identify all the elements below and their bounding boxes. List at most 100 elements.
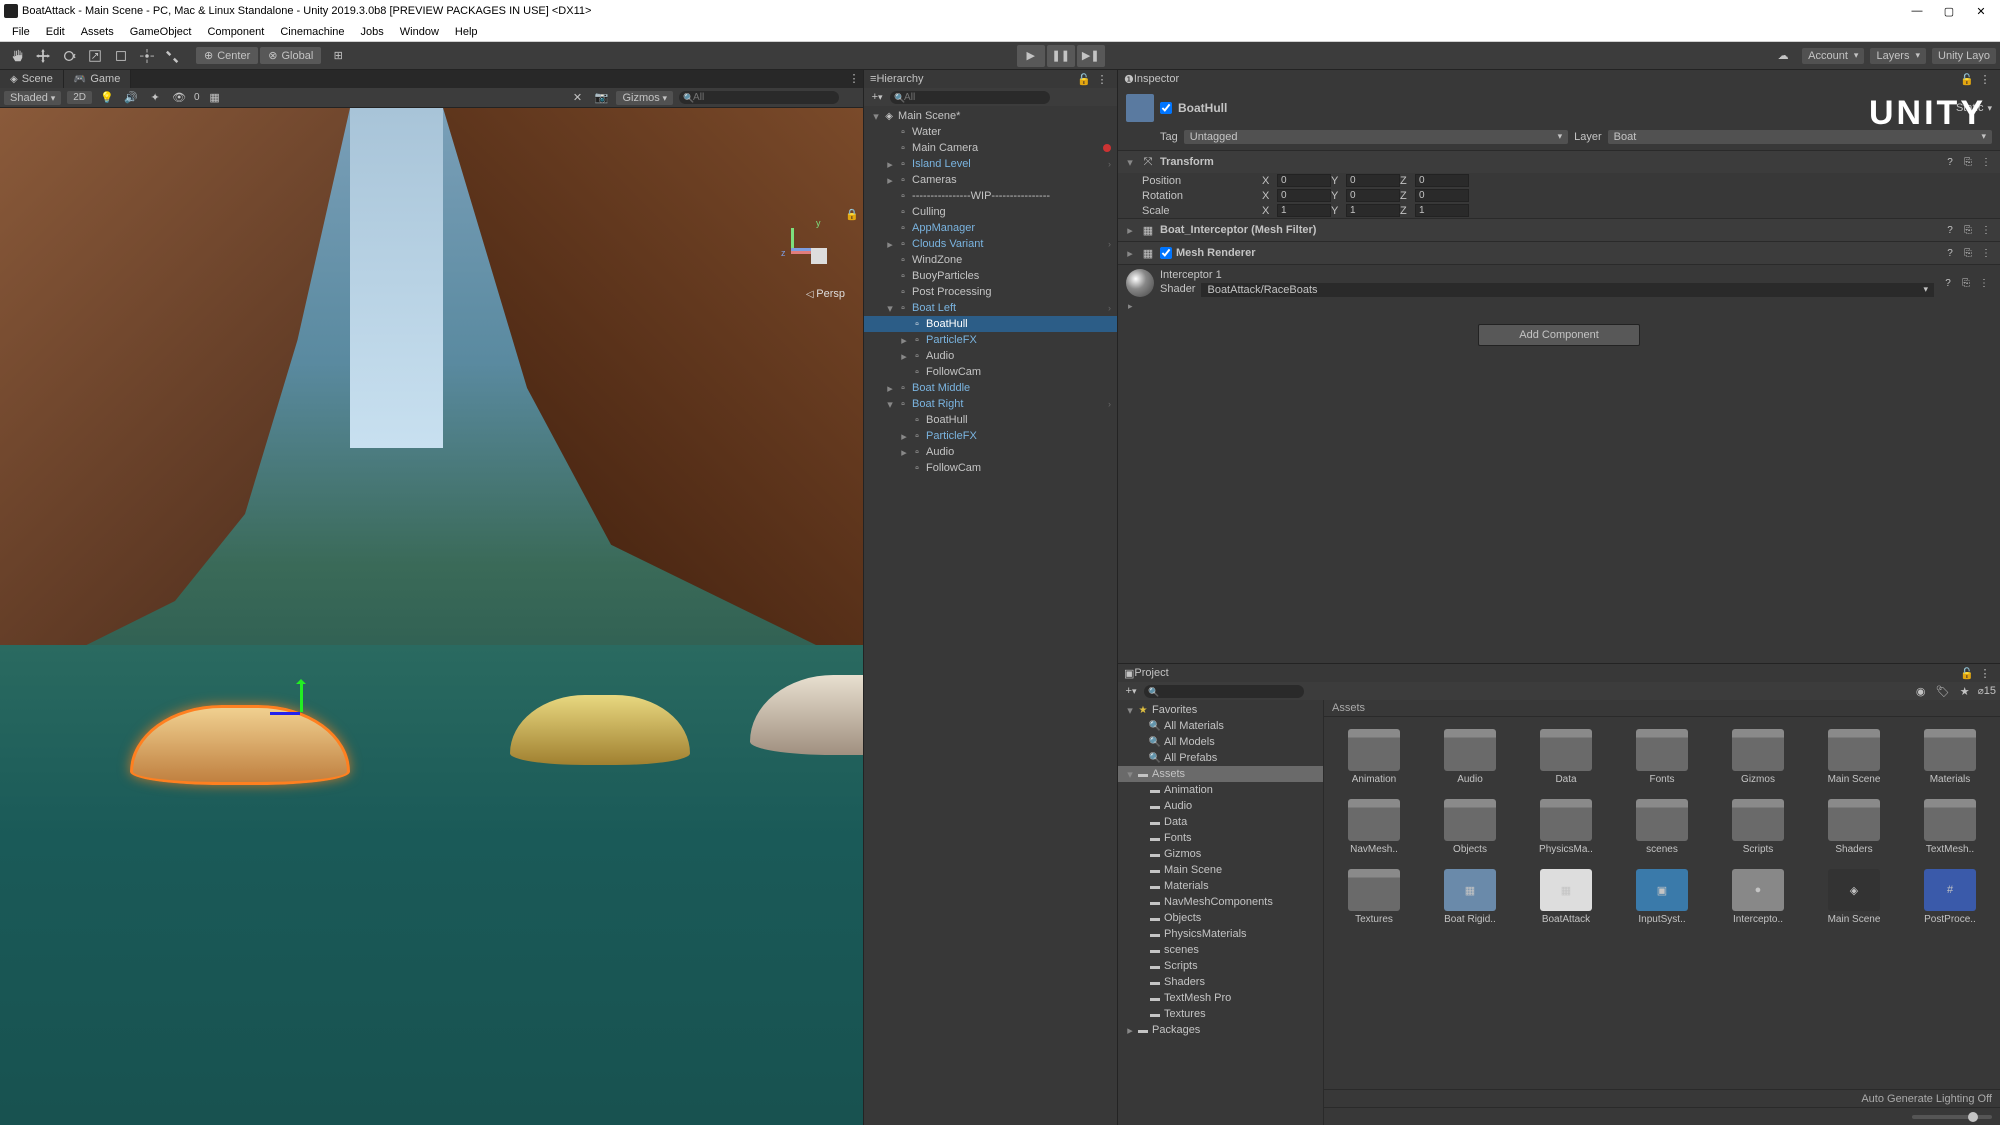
fold-icon[interactable]: ▸ — [898, 350, 910, 363]
rotation-y-input[interactable] — [1346, 189, 1400, 202]
material-preview-icon[interactable] — [1126, 269, 1154, 297]
help-icon[interactable]: ? — [1942, 223, 1958, 237]
hand-tool[interactable] — [4, 44, 30, 68]
shading-dropdown[interactable]: Shaded ▾ — [4, 91, 61, 105]
hierarchy-item[interactable]: ▾◈Main Scene* — [864, 108, 1117, 124]
project-tree-item[interactable]: 🔍All Materials — [1118, 718, 1323, 734]
component-menu-icon[interactable]: ⋮ — [1978, 155, 1994, 169]
add-component-button[interactable]: Add Component — [1478, 324, 1640, 346]
position-z-input[interactable] — [1415, 174, 1469, 187]
hierarchy-item[interactable]: ▸▫Cameras — [864, 172, 1117, 188]
hierarchy-menu-icon[interactable]: ⋮ — [1093, 71, 1111, 87]
menu-window[interactable]: Window — [392, 24, 447, 40]
position-y-input[interactable] — [1346, 174, 1400, 187]
project-lock-icon[interactable]: 🔓 — [1958, 665, 1976, 681]
project-menu-icon[interactable]: ⋮ — [1976, 665, 1994, 681]
light-toggle-icon[interactable]: 💡 — [98, 90, 116, 106]
fold-icon[interactable]: ▸ — [898, 430, 910, 443]
hierarchy-item[interactable]: ▫BoatHull — [864, 412, 1117, 428]
inspector-menu-icon[interactable]: ⋮ — [1976, 71, 1994, 87]
hierarchy-item[interactable]: ▫Post Processing — [864, 284, 1117, 300]
hierarchy-item[interactable]: ▫Culling — [864, 204, 1117, 220]
scene-viewport[interactable]: 🔒 y z ◁ Persp — [0, 108, 863, 1125]
asset-item[interactable]: Textures — [1336, 869, 1412, 925]
menu-gameobject[interactable]: GameObject — [122, 24, 200, 40]
fold-icon[interactable]: ▸ — [1124, 1024, 1136, 1037]
prefab-arrow-icon[interactable]: › — [1108, 239, 1111, 249]
preset-icon[interactable]: ⎘ — [1960, 223, 1976, 237]
menu-jobs[interactable]: Jobs — [353, 24, 392, 40]
menu-cinemachine[interactable]: Cinemachine — [272, 24, 352, 40]
project-tree-item[interactable]: ▬TextMesh Pro — [1118, 990, 1323, 1006]
project-tree-item[interactable]: ▬Textures — [1118, 1006, 1323, 1022]
hierarchy-item[interactable]: ▸▫ParticleFX — [864, 428, 1117, 444]
component-menu-icon[interactable]: ⋮ — [1978, 223, 1994, 237]
rotation-x-input[interactable] — [1277, 189, 1331, 202]
project-tree-item[interactable]: 🔍All Prefabs — [1118, 750, 1323, 766]
hierarchy-item[interactable]: ▸▫Boat Middle — [864, 380, 1117, 396]
asset-item[interactable]: ▦Boat Rigid.. — [1432, 869, 1508, 925]
tag-dropdown[interactable]: Untagged ▾ — [1184, 130, 1568, 144]
hierarchy-lock-icon[interactable]: 🔓 — [1075, 71, 1093, 87]
menu-assets[interactable]: Assets — [73, 24, 122, 40]
meshrenderer-enabled-checkbox[interactable] — [1160, 247, 1172, 259]
rect-tool[interactable] — [108, 44, 134, 68]
prefab-arrow-icon[interactable]: › — [1108, 399, 1111, 409]
hierarchy-item[interactable]: ▸▫Island Level› — [864, 156, 1117, 172]
project-search-input[interactable] — [1144, 685, 1304, 698]
position-x-input[interactable] — [1277, 174, 1331, 187]
thumbnail-size-slider[interactable] — [1912, 1115, 1992, 1119]
scale-tool[interactable] — [82, 44, 108, 68]
project-add-icon[interactable]: + ▾ — [1122, 683, 1140, 699]
asset-item[interactable]: Scripts — [1720, 799, 1796, 855]
asset-item[interactable]: ▦BoatAttack — [1528, 869, 1604, 925]
project-tree-item[interactable]: ▬Shaders — [1118, 974, 1323, 990]
hierarchy-item[interactable]: ▫WindZone — [864, 252, 1117, 268]
fold-icon[interactable]: ▾ — [884, 398, 896, 411]
asset-item[interactable]: Materials — [1912, 729, 1988, 785]
asset-item[interactable]: NavMesh.. — [1336, 799, 1412, 855]
asset-item[interactable]: Data — [1528, 729, 1604, 785]
lock-icon[interactable]: 🔒 — [845, 208, 859, 221]
hierarchy-search-input[interactable] — [890, 91, 1050, 104]
hierarchy-item[interactable]: ▫----------------WIP---------------- — [864, 188, 1117, 204]
favorites-root[interactable]: ▾★Favorites — [1118, 702, 1323, 718]
hierarchy-item[interactable]: ▫BuoyParticles — [864, 268, 1117, 284]
menu-edit[interactable]: Edit — [38, 24, 73, 40]
project-tree-item[interactable]: ▬scenes — [1118, 942, 1323, 958]
project-tree-item[interactable]: 🔍All Models — [1118, 734, 1323, 750]
fold-icon[interactable]: ▾ — [1124, 768, 1136, 781]
component-menu-icon[interactable]: ⋮ — [1978, 246, 1994, 260]
scale-x-input[interactable] — [1277, 204, 1331, 217]
panel-menu-icon[interactable]: ⋮ — [845, 70, 863, 86]
preset-icon[interactable]: ⎘ — [1958, 276, 1974, 290]
hierarchy-item[interactable]: ▫BoatHull — [864, 316, 1117, 332]
scene-search-input[interactable] — [679, 91, 839, 104]
filter-label-icon[interactable]: 🏷 — [1934, 683, 1952, 699]
hierarchy-item[interactable]: ▾▫Boat Right› — [864, 396, 1117, 412]
layout-dropdown[interactable]: Unity Layo — [1932, 48, 1996, 64]
asset-item[interactable]: Animation — [1336, 729, 1412, 785]
transform-tool[interactable] — [134, 44, 160, 68]
inspector-lock-icon[interactable]: 🔓 — [1958, 71, 1976, 87]
project-tree-item[interactable]: ▬Objects — [1118, 910, 1323, 926]
asset-item[interactable]: TextMesh.. — [1912, 799, 1988, 855]
cloud-icon[interactable]: ☁ — [1770, 44, 1796, 68]
pause-button[interactable]: ❚❚ — [1047, 45, 1075, 67]
scene-vis-icon[interactable]: 👁 — [170, 90, 188, 106]
fx-toggle-icon[interactable]: ✦ — [146, 90, 164, 106]
fold-icon[interactable]: ▾ — [884, 302, 896, 315]
perspective-label[interactable]: ◁ Persp — [806, 288, 845, 300]
asset-item[interactable]: Shaders — [1816, 799, 1892, 855]
shader-dropdown[interactable]: BoatAttack/RaceBoats ▾ — [1201, 283, 1934, 297]
prefab-arrow-icon[interactable]: › — [1108, 303, 1111, 313]
asset-item[interactable]: #PostProce.. — [1912, 869, 1988, 925]
minimize-button[interactable]: — — [1902, 1, 1932, 21]
snap-toggle[interactable]: ⊞ — [325, 44, 351, 68]
project-tree-item[interactable]: ▬PhysicsMaterials — [1118, 926, 1323, 942]
hierarchy-item[interactable]: ▸▫Audio — [864, 348, 1117, 364]
audio-toggle-icon[interactable]: 🔊 — [122, 90, 140, 106]
transform-header[interactable]: ▾ ⤧ Transform ? ⎘ ⋮ — [1118, 151, 2000, 173]
maximize-button[interactable]: ▢ — [1934, 1, 1964, 21]
asset-item[interactable]: ◈Main Scene — [1816, 869, 1892, 925]
